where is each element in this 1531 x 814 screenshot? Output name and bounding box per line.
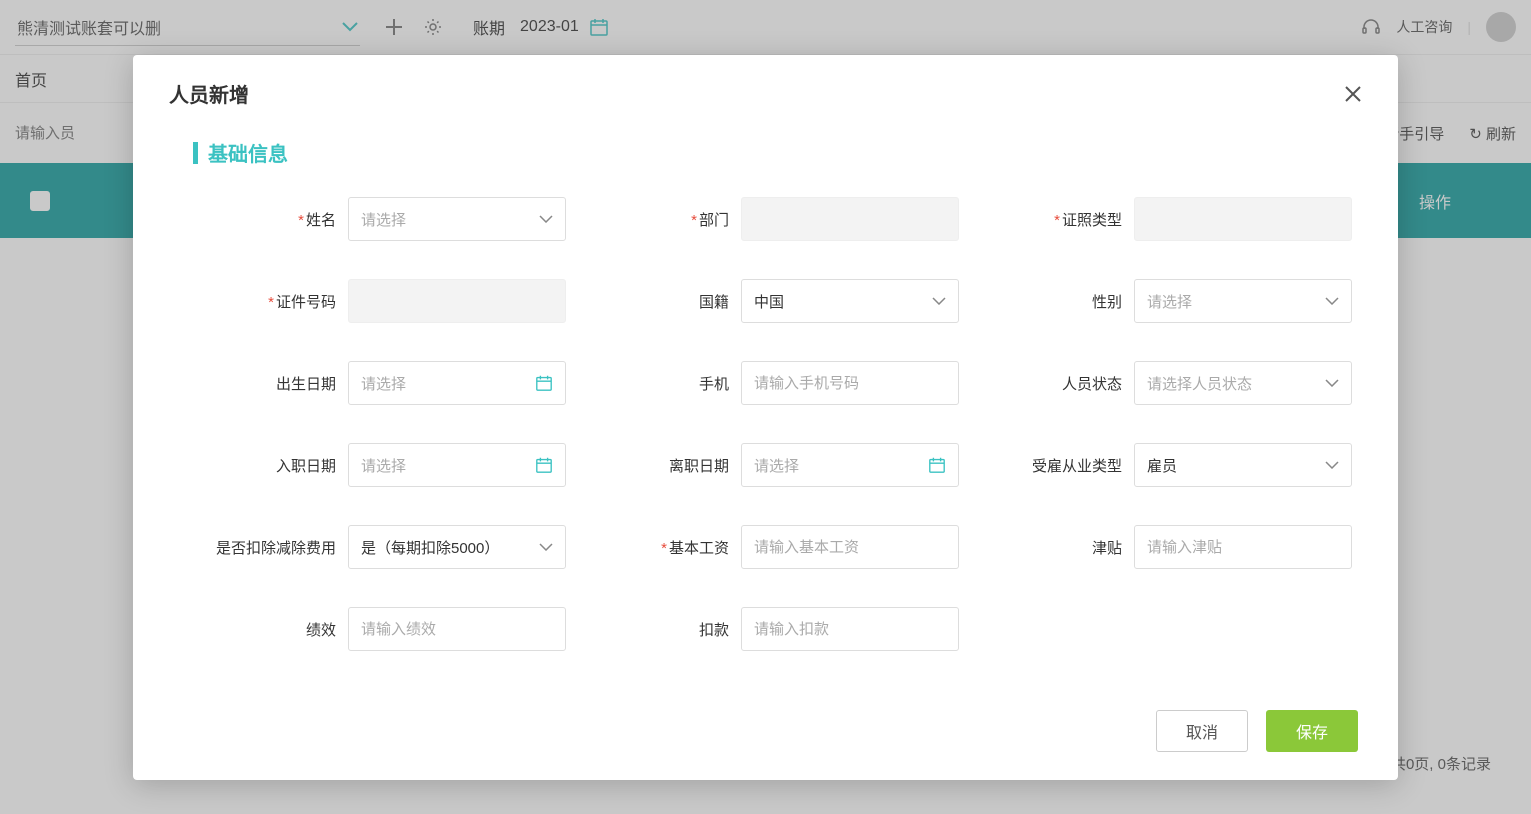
- chevron-down-icon: [1325, 461, 1339, 469]
- field-employ-type: 受雇从业类型 雇员: [979, 443, 1352, 487]
- modal-footer: 取消 保存: [133, 690, 1398, 780]
- modal-title: 人员新增: [169, 79, 249, 108]
- employ-type-select[interactable]: 雇员: [1134, 443, 1352, 487]
- section-title-text: 基础信息: [208, 138, 288, 167]
- birth-date-picker[interactable]: 请选择: [348, 361, 566, 405]
- performance-input[interactable]: [348, 607, 566, 651]
- section-bar-icon: [193, 142, 198, 164]
- calendar-icon: [535, 456, 553, 474]
- base-salary-input[interactable]: [741, 525, 959, 569]
- form-grid: *姓名 请选择 *部门 *证照类型 *证件号码: [193, 197, 1338, 651]
- field-nationality: 国籍 中国: [586, 279, 959, 323]
- field-gender: 性别 请选择: [979, 279, 1352, 323]
- close-icon[interactable]: [1344, 85, 1362, 103]
- field-performance: 绩效: [193, 607, 566, 651]
- chevron-down-icon: [932, 297, 946, 305]
- field-department: *部门: [586, 197, 959, 241]
- field-birth: 出生日期 请选择: [193, 361, 566, 405]
- chevron-down-icon: [539, 543, 553, 551]
- allowance-input[interactable]: [1134, 525, 1352, 569]
- modal-body: 基础信息 *姓名 请选择 *部门 *证照类型: [133, 118, 1398, 690]
- chevron-down-icon: [1325, 297, 1339, 305]
- field-hire-date: 入职日期 请选择: [193, 443, 566, 487]
- leave-date-picker[interactable]: 请选择: [741, 443, 959, 487]
- field-cert-no: *证件号码: [193, 279, 566, 323]
- calendar-icon: [535, 374, 553, 392]
- field-phone: 手机: [586, 361, 959, 405]
- department-input[interactable]: [741, 197, 959, 241]
- modal-header: 人员新增: [133, 55, 1398, 118]
- section-basic-info: 基础信息: [193, 138, 1338, 167]
- field-cert-type: *证照类型: [979, 197, 1352, 241]
- calendar-icon: [928, 456, 946, 474]
- status-select[interactable]: 请选择人员状态: [1134, 361, 1352, 405]
- field-leave-date: 离职日期 请选择: [586, 443, 959, 487]
- field-status: 人员状态 请选择人员状态: [979, 361, 1352, 405]
- modal-overlay: 人员新增 基础信息 *姓名 请选择 *部门: [0, 0, 1531, 814]
- cert-no-input[interactable]: [348, 279, 566, 323]
- chevron-down-icon: [539, 215, 553, 223]
- hire-date-picker[interactable]: 请选择: [348, 443, 566, 487]
- cancel-button[interactable]: 取消: [1156, 710, 1248, 752]
- gender-select[interactable]: 请选择: [1134, 279, 1352, 323]
- add-person-modal: 人员新增 基础信息 *姓名 请选择 *部门: [133, 55, 1398, 780]
- phone-input[interactable]: [741, 361, 959, 405]
- deduction-select[interactable]: 是（每期扣除5000）: [348, 525, 566, 569]
- save-button[interactable]: 保存: [1266, 710, 1358, 752]
- name-select[interactable]: 请选择: [348, 197, 566, 241]
- cert-type-input[interactable]: [1134, 197, 1352, 241]
- field-deduction: 是否扣除减除费用 是（每期扣除5000）: [193, 525, 566, 569]
- fine-input[interactable]: [741, 607, 959, 651]
- field-name: *姓名 请选择: [193, 197, 566, 241]
- field-allowance: 津贴: [979, 525, 1352, 569]
- chevron-down-icon: [1325, 379, 1339, 387]
- field-base-salary: *基本工资: [586, 525, 959, 569]
- nationality-select[interactable]: 中国: [741, 279, 959, 323]
- field-fine: 扣款: [586, 607, 959, 651]
